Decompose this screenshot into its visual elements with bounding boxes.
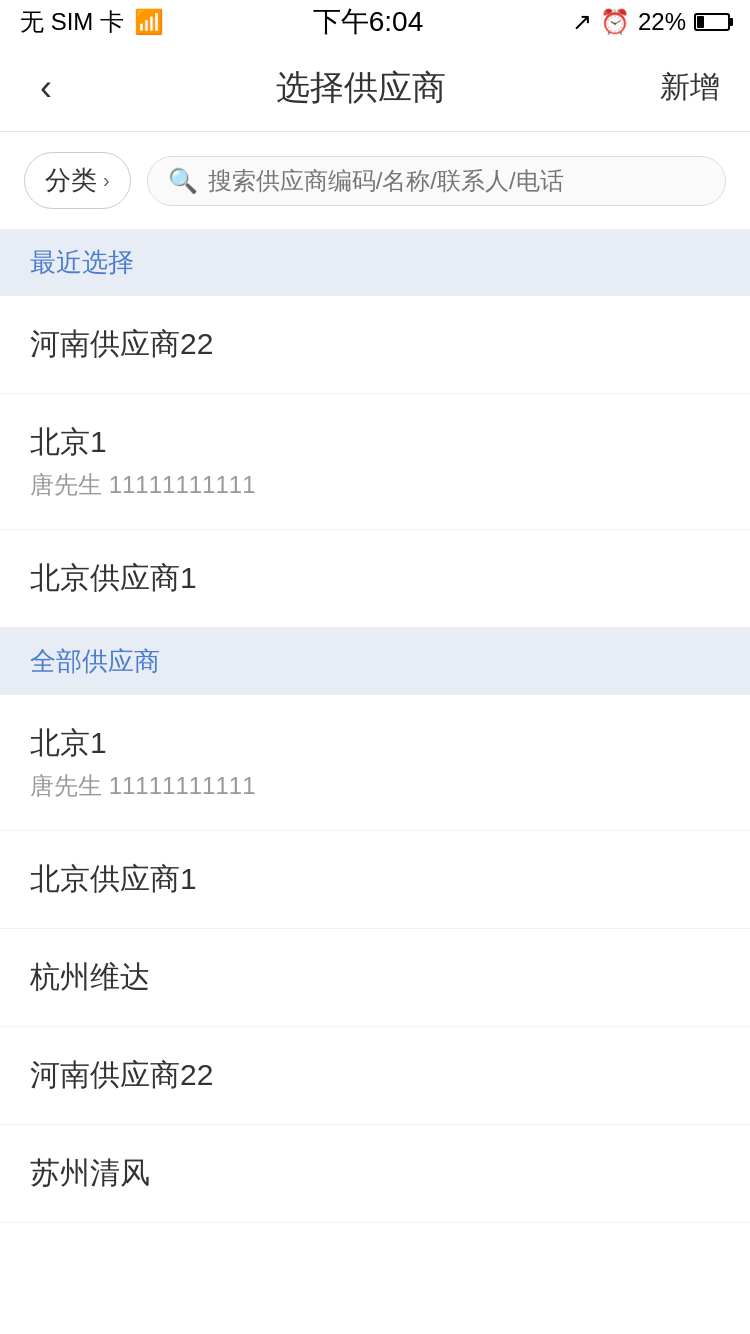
alarm-icon: ⏰ bbox=[600, 8, 630, 36]
recent-section-header: 最近选择 bbox=[0, 229, 750, 296]
status-bar-left: 无 SIM 卡 📶 bbox=[20, 6, 164, 38]
search-box[interactable]: 🔍 bbox=[147, 156, 726, 206]
category-filter-button[interactable]: 分类 › bbox=[24, 152, 131, 209]
item-name: 河南供应商22 bbox=[30, 324, 720, 365]
all-section-label: 全部供应商 bbox=[30, 646, 160, 676]
list-item[interactable]: 北京供应商1 bbox=[0, 831, 750, 929]
status-bar: 无 SIM 卡 📶 下午6:04 ↗ ⏰ 22% bbox=[0, 0, 750, 44]
item-sub: 唐先生 11111111111 bbox=[30, 469, 720, 501]
item-sub: 唐先生 11111111111 bbox=[30, 770, 720, 802]
list-item[interactable]: 北京1 唐先生 11111111111 bbox=[0, 695, 750, 831]
list-item[interactable]: 北京1 唐先生 11111111111 bbox=[0, 394, 750, 530]
battery-percent: 22% bbox=[638, 8, 686, 36]
battery-icon bbox=[694, 13, 730, 31]
all-section-header: 全部供应商 bbox=[0, 628, 750, 695]
list-item[interactable]: 北京供应商1 bbox=[0, 530, 750, 628]
add-button[interactable]: 新增 bbox=[660, 67, 720, 108]
category-label: 分类 bbox=[45, 163, 97, 198]
status-bar-time: 下午6:04 bbox=[313, 3, 424, 41]
recent-list: 河南供应商22 北京1 唐先生 11111111111 北京供应商1 bbox=[0, 296, 750, 628]
item-name: 杭州维达 bbox=[30, 957, 720, 998]
recent-section-label: 最近选择 bbox=[30, 247, 134, 277]
location-icon: ↗ bbox=[572, 8, 592, 36]
back-button[interactable]: ‹ bbox=[30, 57, 62, 119]
carrier-text: 无 SIM 卡 bbox=[20, 6, 124, 38]
list-item[interactable]: 苏州清风 bbox=[0, 1125, 750, 1223]
search-input[interactable] bbox=[208, 167, 705, 195]
list-item[interactable]: 杭州维达 bbox=[0, 929, 750, 1027]
item-name: 北京1 bbox=[30, 723, 720, 764]
list-item[interactable]: 河南供应商22 bbox=[0, 1027, 750, 1125]
list-item[interactable]: 河南供应商22 bbox=[0, 296, 750, 394]
item-name: 北京1 bbox=[30, 422, 720, 463]
all-list: 北京1 唐先生 11111111111 北京供应商1 杭州维达 河南供应商22 … bbox=[0, 695, 750, 1223]
filter-row: 分类 › 🔍 bbox=[0, 132, 750, 229]
wifi-icon: 📶 bbox=[134, 8, 164, 36]
item-name: 苏州清风 bbox=[30, 1153, 720, 1194]
search-icon: 🔍 bbox=[168, 167, 198, 195]
status-bar-right: ↗ ⏰ 22% bbox=[572, 8, 730, 36]
chevron-right-icon: › bbox=[103, 169, 110, 192]
nav-bar: ‹ 选择供应商 新增 bbox=[0, 44, 750, 132]
page-title: 选择供应商 bbox=[276, 65, 446, 111]
item-name: 河南供应商22 bbox=[30, 1055, 720, 1096]
item-name: 北京供应商1 bbox=[30, 558, 720, 599]
item-name: 北京供应商1 bbox=[30, 859, 720, 900]
